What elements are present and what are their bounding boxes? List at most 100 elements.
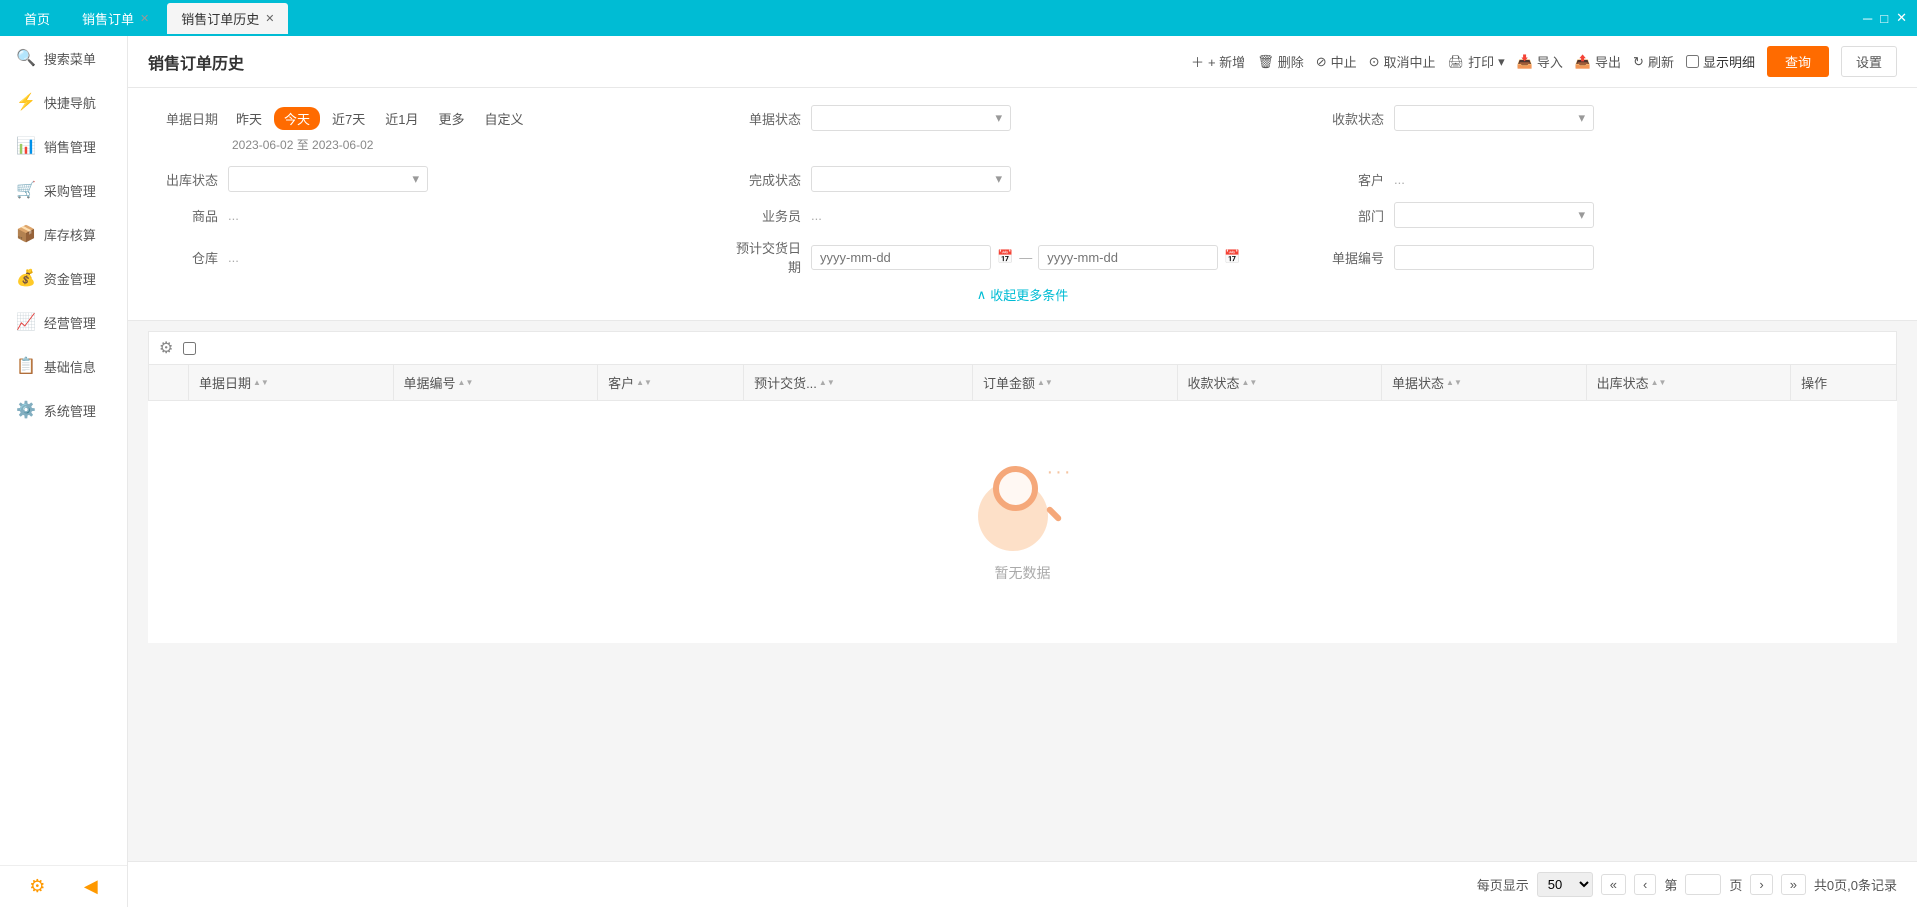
- filter-row-1: 单据日期 昨天 今天 近7天 近1月 更多 自定义 单据状态: [148, 100, 1897, 136]
- col-actions: 操作: [1791, 365, 1897, 401]
- calendar-start-icon[interactable]: 📅: [997, 249, 1013, 265]
- department-select[interactable]: ▾: [1394, 202, 1594, 228]
- page-size-label: 每页显示: [1477, 875, 1529, 894]
- maximize-button[interactable]: □: [1880, 11, 1888, 26]
- next-page-button[interactable]: ›: [1750, 874, 1772, 895]
- stop-button[interactable]: ⊘ 中止: [1316, 52, 1357, 71]
- display-detail-checkbox[interactable]: [1686, 55, 1699, 68]
- tab-sales-order-history-close[interactable]: ✕: [265, 12, 274, 25]
- filter-cell-order-no: 单据编号: [1314, 233, 1897, 281]
- col-customer-sort[interactable]: 客户 ▲▼: [608, 373, 733, 392]
- col-date-sort[interactable]: 单据日期 ▲▼: [199, 373, 383, 392]
- display-detail-checkbox-label[interactable]: 显示明细: [1686, 52, 1755, 71]
- cancel-stop-button[interactable]: ⊙ 取消中止: [1369, 52, 1436, 71]
- col-checkbox: [149, 365, 189, 401]
- col-amount-sort[interactable]: 订单金额 ▲▼: [983, 373, 1167, 392]
- col-order-status-sort[interactable]: 单据状态 ▲▼: [1392, 373, 1576, 392]
- salesperson-dots[interactable]: ...: [811, 208, 822, 223]
- refresh-button[interactable]: ↻ 刷新: [1633, 52, 1674, 71]
- sidebar-item-quick-nav[interactable]: ⚡ 快捷导航: [0, 80, 127, 124]
- date-tab-custom[interactable]: 自定义: [477, 107, 532, 130]
- select-all-checkbox[interactable]: [183, 342, 196, 355]
- collapse-button[interactable]: ∧ 收起更多条件: [148, 281, 1897, 308]
- warehouse-dots[interactable]: ...: [228, 250, 239, 265]
- sidebar-item-purchase-mgmt-label: 采购管理: [44, 181, 96, 200]
- pagination: 每页显示 50 10 20 100 « ‹ 第 1 页 › » 共0页,0条记录: [128, 861, 1917, 907]
- salesperson-control: ...: [811, 208, 1314, 223]
- last-page-button[interactable]: »: [1781, 874, 1806, 895]
- col-date-arrows: ▲▼: [253, 379, 269, 387]
- completion-label: 完成状态: [731, 170, 811, 189]
- delivery-date-control: 📅 — 📅: [811, 245, 1314, 270]
- main-layout: 🔍 搜索菜单 ⚡ 快捷导航 📊 销售管理 🛒 采购管理 📦 库存核算 💰 资金管…: [0, 36, 1917, 907]
- col-actions-label: 操作: [1801, 376, 1827, 391]
- close-button[interactable]: ✕: [1896, 10, 1907, 26]
- tab-sales-order-history[interactable]: 销售订单历史 ✕: [167, 3, 288, 34]
- order-no-control: [1394, 245, 1897, 270]
- print-button[interactable]: 🖨 打印 ▾: [1448, 52, 1505, 71]
- delivery-date-start[interactable]: [811, 245, 991, 270]
- date-tab-1month[interactable]: 近1月: [377, 107, 426, 130]
- col-payment-status-sort[interactable]: 收款状态 ▲▼: [1188, 373, 1372, 392]
- empty-illustration: ···: [963, 461, 1083, 551]
- sidebar-item-finance[interactable]: 💰 资金管理: [0, 256, 127, 300]
- add-button[interactable]: ＋ + 新增: [1191, 52, 1245, 71]
- date-tab-yesterday[interactable]: 昨天: [228, 107, 270, 130]
- product-dots[interactable]: ...: [228, 208, 239, 223]
- sidebar-settings-button[interactable]: ⚙: [29, 876, 45, 897]
- settings-button[interactable]: 设置: [1841, 46, 1897, 77]
- sidebar-item-basic-info[interactable]: 📋 基础信息: [0, 344, 127, 388]
- sidebar-item-inventory[interactable]: 📦 库存核算: [0, 212, 127, 256]
- payment-status-select[interactable]: ▾: [1394, 105, 1594, 131]
- sidebar-item-system[interactable]: ⚙️ 系统管理: [0, 388, 127, 432]
- date-label: 单据日期: [148, 109, 228, 128]
- page-number-input[interactable]: 1: [1685, 874, 1721, 895]
- filter-cell-payment-status: 收款状态 ▾: [1314, 100, 1897, 136]
- sidebar-item-operations-label: 经营管理: [44, 313, 96, 332]
- tab-sales-order[interactable]: 销售订单 ✕: [68, 3, 163, 34]
- sidebar-collapse-button[interactable]: ◀: [84, 876, 98, 897]
- tab-sales-order-label: 销售订单: [82, 9, 134, 28]
- sidebar-item-inventory-label: 库存核算: [44, 225, 96, 244]
- col-delivery-date-sort[interactable]: 预计交货... ▲▼: [754, 373, 962, 392]
- completion-select[interactable]: ▾: [811, 166, 1011, 192]
- col-delivery-date-label: 预计交货...: [754, 373, 817, 392]
- payment-status-arrow: ▾: [1578, 110, 1585, 126]
- table-settings-button[interactable]: ⚙: [159, 338, 173, 358]
- minimize-button[interactable]: ─: [1863, 11, 1872, 26]
- delivery-date-end[interactable]: [1038, 245, 1218, 270]
- page-size-select[interactable]: 50 10 20 100: [1537, 872, 1593, 897]
- export-button[interactable]: 📤 导出: [1575, 52, 1621, 71]
- order-status-label: 单据状态: [731, 109, 811, 128]
- sidebar-item-search-menu[interactable]: 🔍 搜索菜单: [0, 36, 127, 80]
- order-no-input[interactable]: [1394, 245, 1594, 270]
- col-customer: 客户 ▲▼: [598, 365, 744, 401]
- date-tab-today[interactable]: 今天: [274, 107, 320, 130]
- completion-control: ▾: [811, 166, 1314, 192]
- stock-out-select[interactable]: ▾: [228, 166, 428, 192]
- delete-button[interactable]: 🗑 删除: [1257, 52, 1304, 71]
- sidebar-item-sales-mgmt[interactable]: 📊 销售管理: [0, 124, 127, 168]
- tab-sales-order-close[interactable]: ✕: [140, 12, 149, 25]
- order-status-arrow: ▾: [995, 110, 1002, 126]
- filter-row-4: 仓库 ... 预计交货日期 📅 — 📅 单据编号: [148, 233, 1897, 281]
- sidebar-item-operations[interactable]: 📈 经营管理: [0, 300, 127, 344]
- order-status-select[interactable]: ▾: [811, 105, 1011, 131]
- col-order-no-sort[interactable]: 单据编号 ▲▼: [404, 373, 588, 392]
- date-tab-7days[interactable]: 近7天: [324, 107, 373, 130]
- calendar-end-icon[interactable]: 📅: [1224, 249, 1240, 265]
- col-amount-label: 订单金额: [983, 373, 1035, 392]
- first-page-button[interactable]: «: [1601, 874, 1626, 895]
- tab-home[interactable]: 首页: [10, 3, 64, 34]
- sidebar-item-purchase-mgmt[interactable]: 🛒 采购管理: [0, 168, 127, 212]
- customer-dots[interactable]: ...: [1394, 172, 1405, 187]
- import-button[interactable]: 📥 导入: [1517, 52, 1563, 71]
- refresh-icon: ↻: [1633, 54, 1644, 70]
- stock-out-label: 出库状态: [148, 170, 228, 189]
- sidebar-item-basic-info-label: 基础信息: [44, 357, 96, 376]
- col-order-no: 单据编号 ▲▼: [393, 365, 598, 401]
- col-stock-status-sort[interactable]: 出库状态 ▲▼: [1597, 373, 1781, 392]
- prev-page-button[interactable]: ‹: [1634, 874, 1656, 895]
- query-button[interactable]: 查询: [1767, 46, 1829, 77]
- date-tab-more[interactable]: 更多: [431, 107, 473, 130]
